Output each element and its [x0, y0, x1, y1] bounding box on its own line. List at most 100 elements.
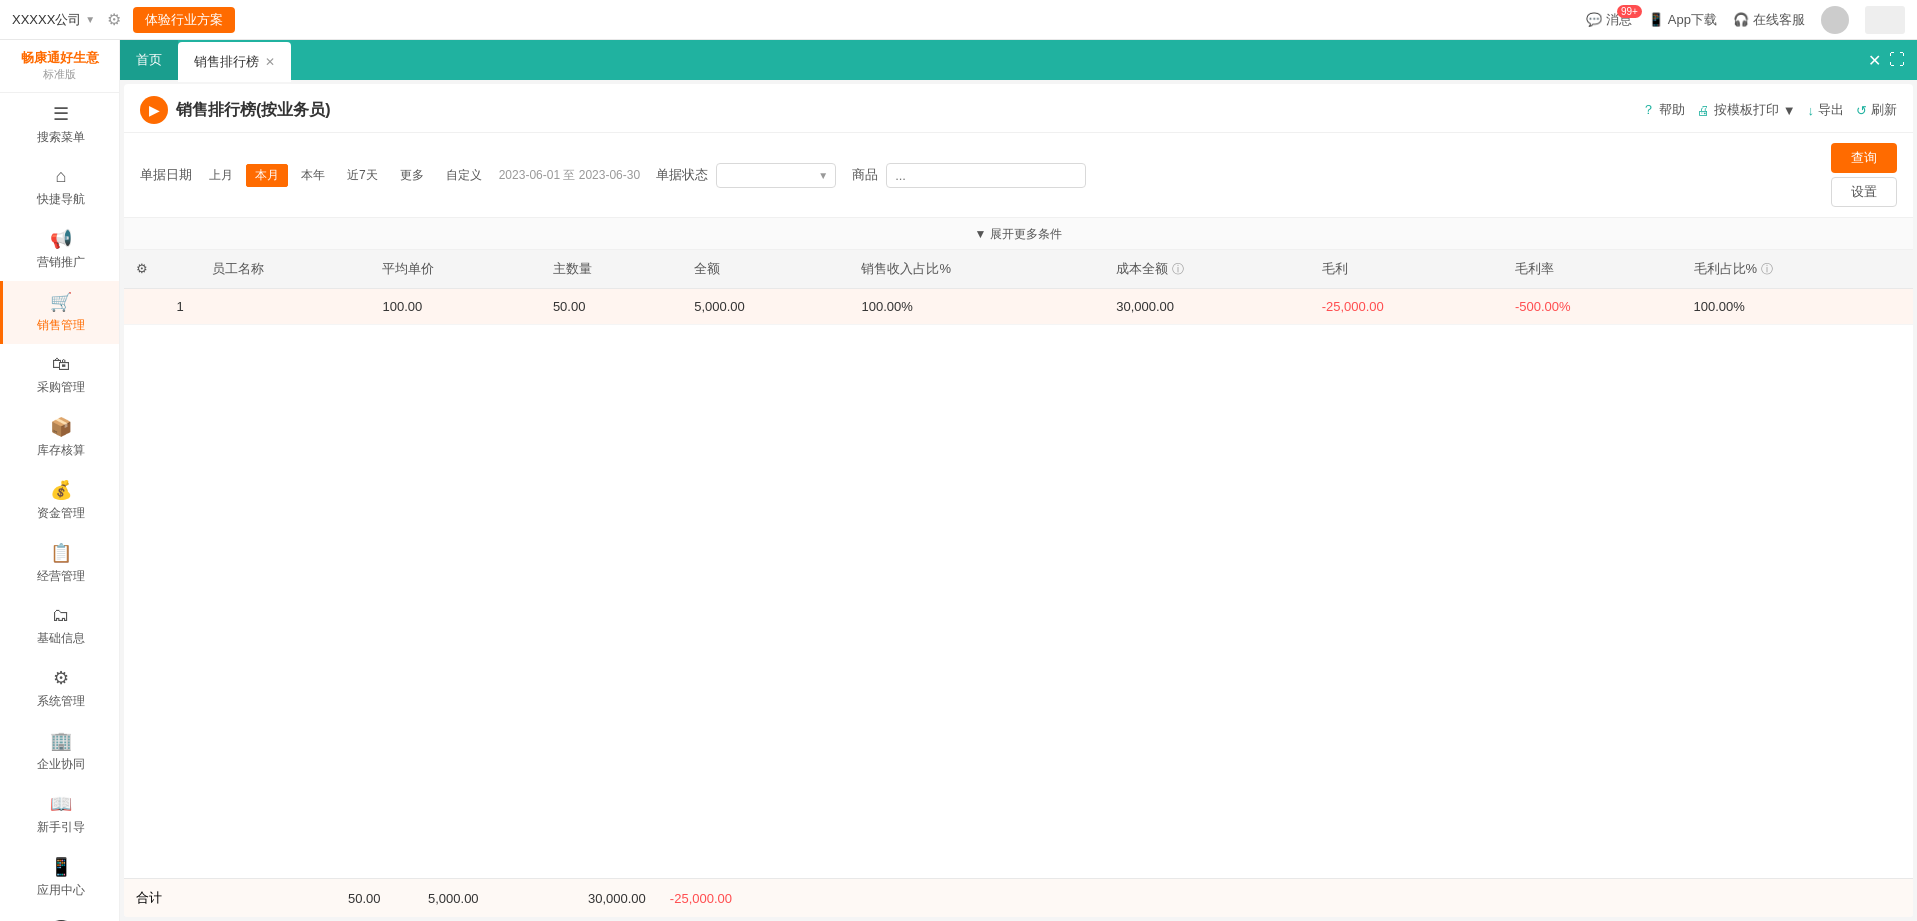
table-row: 1 100.00 50.00 5,000.00 100.00% 30,000.0…	[124, 288, 1913, 324]
expand-toggle-btn[interactable]: ▶	[140, 96, 168, 124]
goods-input[interactable]	[886, 163, 1086, 188]
cell-settings	[124, 288, 160, 324]
sidebar-item-label: 销售管理	[37, 317, 85, 334]
company-name: XXXXX公司	[12, 11, 81, 29]
system-icon: ⚙	[53, 667, 69, 689]
help-icon: ？	[1642, 101, 1655, 119]
sidebar-item-corp-collab[interactable]: 🏢 企业协同	[0, 720, 119, 783]
date-filter-group: 单据日期 上月 本月 本年 近7天 更多 自定义 2023-06-01 至 20…	[140, 164, 640, 187]
query-button[interactable]: 查询	[1831, 143, 1897, 173]
help-btn[interactable]: ？ 帮助	[1642, 101, 1685, 119]
cell-avg-price: 100.00	[370, 288, 540, 324]
date-tab-last-7-days[interactable]: 近7天	[338, 164, 387, 187]
window-close-icon[interactable]: ✕	[1868, 51, 1881, 70]
main-layout: 畅康通好生意 标准版 ☰ 搜索菜单 ⌂ 快捷导航 📢 营销推广 🛒 销售管理 🛍…	[0, 40, 1917, 921]
col-avg-price: 平均单价	[370, 250, 540, 289]
export-btn[interactable]: ↓ 导出	[1808, 101, 1845, 119]
company-selector[interactable]: XXXXX公司 ▼	[12, 11, 95, 29]
footer-amount: 5,000.00	[416, 891, 496, 906]
sidebar-item-search-menu[interactable]: ☰ 搜索菜单	[0, 93, 119, 156]
sidebar-item-guide[interactable]: 📖 新手引导	[0, 783, 119, 846]
tab-close-icon[interactable]: ✕	[265, 55, 275, 69]
base-info-icon: 🗂	[52, 605, 70, 626]
print-icon: 🖨	[1697, 103, 1710, 118]
sidebar-item-finance[interactable]: 💰 资金管理	[0, 469, 119, 532]
sidebar-item-label: 资金管理	[37, 505, 85, 522]
status-select[interactable]	[716, 163, 836, 188]
tab-sales-ranking[interactable]: 销售排行榜 ✕	[178, 42, 291, 82]
refresh-icon: ↺	[1856, 103, 1867, 118]
column-settings-icon[interactable]: ⚙	[136, 261, 148, 276]
sidebar-item-label: 库存核算	[37, 442, 85, 459]
setting-button[interactable]: 设置	[1831, 177, 1897, 207]
window-expand-icon[interactable]: ⛶	[1889, 51, 1905, 69]
print-label: 按模板打印	[1714, 101, 1779, 119]
help-label: 帮助	[1659, 101, 1685, 119]
filter-bar: 单据日期 上月 本月 本年 近7天 更多 自定义 2023-06-01 至 20…	[124, 133, 1913, 218]
online-service-btn[interactable]: 🎧 在线客服	[1733, 11, 1805, 29]
page-content: ▶ 销售排行榜(按业务员) ？ 帮助 🖨 按模板打印 ▼ ↓ 导	[124, 84, 1913, 917]
status-filter-label: 单据状态	[656, 166, 708, 184]
cost-info-icon[interactable]: ⓘ	[1172, 262, 1184, 276]
sidebar-item-label: 采购管理	[37, 379, 85, 396]
sidebar-item-label: 系统管理	[37, 693, 85, 710]
date-tab-custom[interactable]: 自定义	[437, 164, 491, 187]
table-header-row: ⚙ 员工名称 平均单价 主数量 全额 销售收入占比% 成本全额 ⓘ 毛利	[124, 250, 1913, 289]
col-gross: 毛利	[1310, 250, 1503, 289]
sidebar-item-label: 基础信息	[37, 630, 85, 647]
col-rank	[160, 250, 200, 289]
sidebar-item-system[interactable]: ⚙ 系统管理	[0, 657, 119, 720]
refresh-btn[interactable]: ↺ 刷新	[1856, 101, 1897, 119]
col-main-qty: 主数量	[541, 250, 682, 289]
sidebar-item-label: 营销推广	[37, 254, 85, 271]
message-btn[interactable]: 💬 消息 99+	[1586, 11, 1632, 29]
query-actions: 查询 设置	[1831, 143, 1897, 207]
sidebar-item-marketing[interactable]: 📢 营销推广	[0, 218, 119, 281]
date-tab-this-month[interactable]: 本月	[246, 164, 288, 187]
sidebar-item-operations[interactable]: 📋 经营管理	[0, 532, 119, 595]
col-settings: ⚙	[124, 250, 160, 289]
avatar-placeholder	[1865, 6, 1905, 34]
sidebar-item-label: 搜索菜单	[37, 129, 85, 146]
top-bar: XXXXX公司 ▼ ⚙ 体验行业方案 💬 消息 99+ 📱 App下载 🎧 在线…	[0, 0, 1917, 40]
cell-gross-pct: 100.00%	[1682, 288, 1913, 324]
marketing-icon: 📢	[50, 228, 72, 250]
tab-home[interactable]: 首页	[120, 40, 178, 80]
expand-more-button[interactable]: ▼ 展开更多条件	[975, 226, 1063, 243]
sidebar-item-quick-nav[interactable]: ⌂ 快捷导航	[0, 156, 119, 218]
content-area: 首页 销售排行榜 ✕ ✕ ⛶ ▶ 销售排行榜(按业务员) ？	[120, 40, 1917, 921]
home-icon: ⌂	[56, 166, 67, 187]
online-service-label: 在线客服	[1753, 11, 1805, 29]
sidebar-item-corp-wechat[interactable]: 💬 企业微信	[0, 909, 119, 921]
logo-sub: 标准版	[43, 67, 76, 82]
inventory-icon: 📦	[50, 416, 72, 438]
footer-label: 合计	[136, 889, 176, 907]
print-btn[interactable]: 🖨 按模板打印 ▼	[1697, 101, 1796, 119]
export-label: 导出	[1818, 101, 1844, 119]
chevron-down-icon: ▼	[85, 14, 95, 25]
operations-icon: 📋	[50, 542, 72, 564]
sidebar-item-sales[interactable]: 🛒 销售管理	[0, 281, 119, 344]
message-badge: 99+	[1617, 5, 1642, 18]
gross-pct-info-icon[interactable]: ⓘ	[1761, 262, 1773, 276]
date-tab-more[interactable]: 更多	[391, 164, 433, 187]
sidebar-logo: 畅康通好生意 标准版	[0, 40, 119, 93]
date-tab-this-year[interactable]: 本年	[292, 164, 334, 187]
status-select-wrapper	[716, 163, 836, 188]
sidebar-item-inventory[interactable]: 📦 库存核算	[0, 406, 119, 469]
col-amount: 全额	[682, 250, 849, 289]
app-download-btn[interactable]: 📱 App下载	[1648, 11, 1717, 29]
date-tab-last-month[interactable]: 上月	[200, 164, 242, 187]
sidebar-item-purchase[interactable]: 🛍 采购管理	[0, 344, 119, 406]
date-filter-label: 单据日期	[140, 166, 192, 184]
sidebar-item-app-center[interactable]: 📱 应用中心	[0, 846, 119, 909]
sidebar-item-label: 企业协同	[37, 756, 85, 773]
avatar[interactable]	[1821, 6, 1849, 34]
trial-button[interactable]: 体验行业方案	[133, 7, 235, 33]
sidebar-item-base-info[interactable]: 🗂 基础信息	[0, 595, 119, 657]
gear-icon[interactable]: ⚙	[107, 10, 121, 29]
date-range-display: 2023-06-01 至 2023-06-30	[499, 167, 640, 184]
cell-amount: 5,000.00	[682, 288, 849, 324]
top-right-area: 💬 消息 99+ 📱 App下载 🎧 在线客服	[1586, 6, 1905, 34]
cell-rank: 1	[160, 288, 200, 324]
